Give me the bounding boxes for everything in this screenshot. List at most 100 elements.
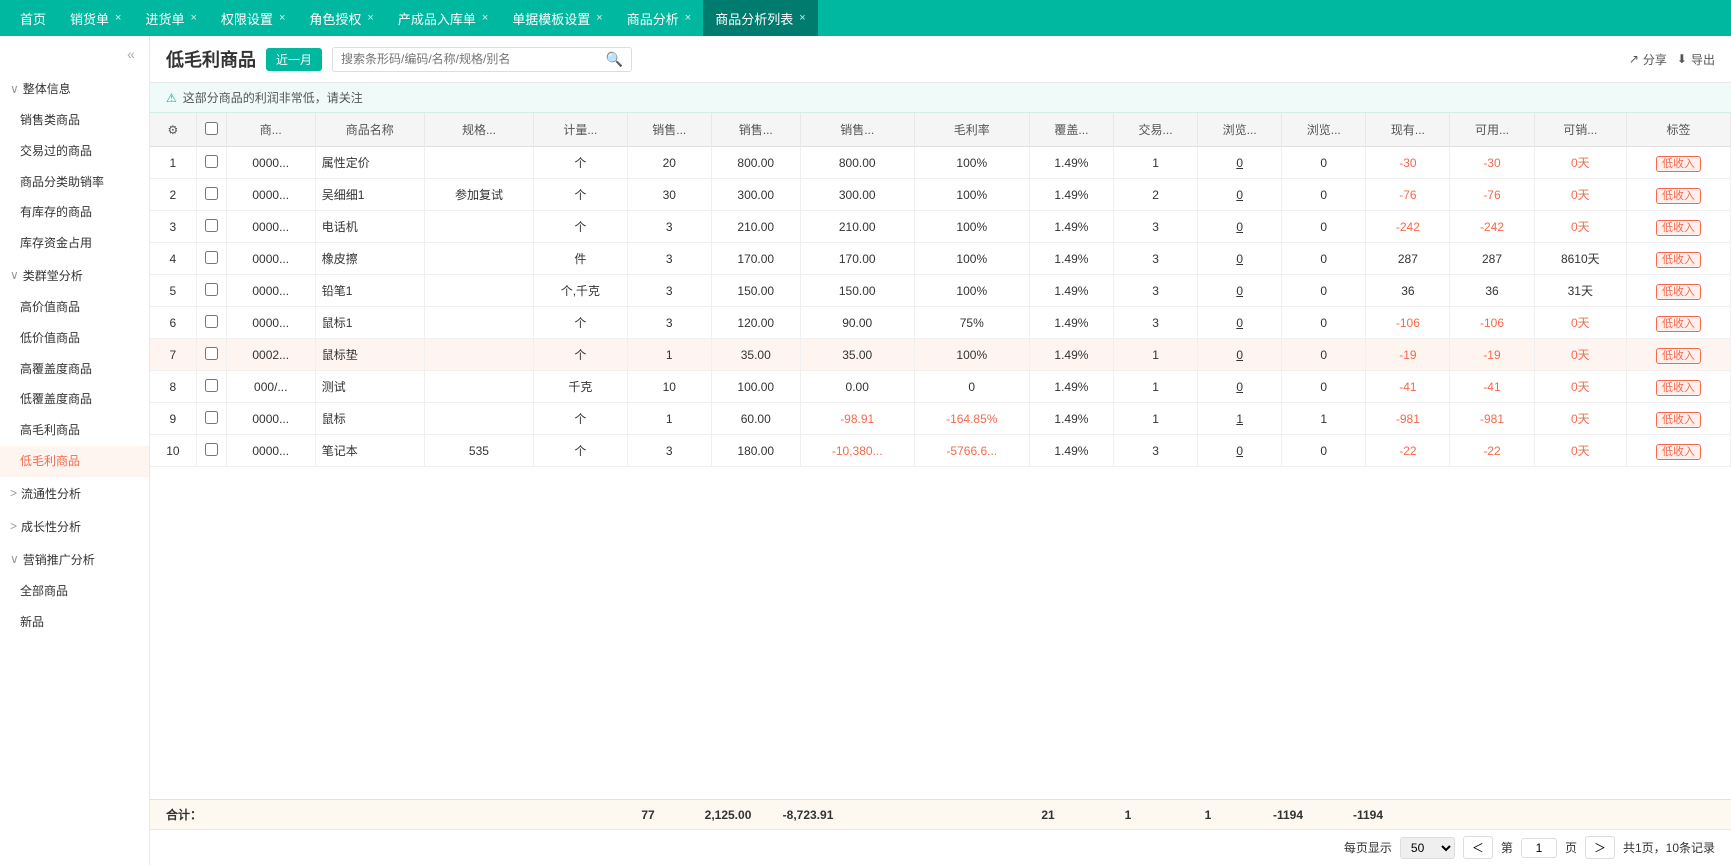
close-icon[interactable]: × [190, 12, 196, 24]
sidebar-item-交易过的商品[interactable]: 交易过的商品 [0, 136, 149, 167]
cell-checkbox[interactable] [196, 403, 226, 435]
cell-view1[interactable]: 0 [1198, 211, 1282, 243]
nav-item-角色授权[interactable]: 角色授权× [297, 0, 385, 36]
nav-item-进货单[interactable]: 进货单× [133, 0, 208, 36]
cell-checkbox[interactable] [196, 339, 226, 371]
col-name[interactable]: 商品名称 [315, 113, 424, 147]
cell-view1[interactable]: 0 [1198, 179, 1282, 211]
close-icon[interactable]: × [367, 12, 373, 24]
row-checkbox[interactable] [205, 411, 218, 424]
view1-link[interactable]: 0 [1236, 316, 1243, 330]
col-saleable[interactable]: 可销... [1534, 113, 1627, 147]
sidebar-section-整体信息[interactable]: ∨整体信息 [0, 72, 149, 105]
view1-link[interactable]: 0 [1236, 348, 1243, 362]
cell-view1[interactable]: 1 [1198, 403, 1282, 435]
cell-view1[interactable]: 0 [1198, 275, 1282, 307]
nav-item-权限设置[interactable]: 权限设置× [209, 0, 297, 36]
col-sale-amount[interactable]: 销售... [800, 113, 914, 147]
close-icon[interactable]: × [799, 12, 805, 24]
close-icon[interactable]: × [685, 12, 691, 24]
nav-item-商品分析[interactable]: 商品分析× [615, 0, 703, 36]
view1-link[interactable]: 0 [1236, 252, 1243, 266]
page-number-input[interactable] [1521, 838, 1557, 858]
col-checkbox-all[interactable] [196, 113, 226, 147]
sidebar-item-高毛利商品[interactable]: 高毛利商品 [0, 415, 149, 446]
col-code[interactable]: 商... [226, 113, 315, 147]
col-available[interactable]: 可用... [1450, 113, 1534, 147]
sidebar-item-新品[interactable]: 新品 [0, 607, 149, 638]
sidebar-item-销售类商品[interactable]: 销售类商品 [0, 105, 149, 136]
page-size-select[interactable]: 50 100 200 [1400, 837, 1455, 859]
sidebar-item-低覆盖度商品[interactable]: 低覆盖度商品 [0, 384, 149, 415]
cell-checkbox[interactable] [196, 435, 226, 467]
sidebar-item-有库存的商品[interactable]: 有库存的商品 [0, 197, 149, 228]
prev-page-button[interactable]: ＜ [1463, 836, 1493, 859]
col-tag[interactable]: 标签 [1627, 113, 1731, 147]
row-checkbox[interactable] [205, 347, 218, 360]
next-page-button[interactable]: ＞ [1585, 836, 1615, 859]
sidebar-section-营销推广分析[interactable]: ∨营销推广分析 [0, 543, 149, 576]
close-icon[interactable]: × [596, 12, 602, 24]
close-icon[interactable]: × [482, 12, 488, 24]
cell-checkbox[interactable] [196, 211, 226, 243]
sidebar-item-高价值商品[interactable]: 高价值商品 [0, 292, 149, 323]
sidebar-item-低价值商品[interactable]: 低价值商品 [0, 323, 149, 354]
sidebar-section-类群堂分析[interactable]: ∨类群堂分析 [0, 259, 149, 292]
sidebar-section-流通性分析[interactable]: >流通性分析 [0, 477, 149, 510]
col-spec[interactable]: 规格... [424, 113, 533, 147]
sidebar-item-商品分类助销率[interactable]: 商品分类助销率 [0, 167, 149, 198]
share-button[interactable]: ↗ 分享 [1629, 51, 1667, 68]
search-input[interactable] [341, 52, 606, 66]
nav-item-销货单[interactable]: 销货单× [58, 0, 133, 36]
nav-item-单据模板设置[interactable]: 单据模板设置× [500, 0, 614, 36]
row-checkbox[interactable] [205, 379, 218, 392]
view1-link[interactable]: 0 [1236, 220, 1243, 234]
row-checkbox[interactable] [205, 315, 218, 328]
sidebar-item-库存资金占用[interactable]: 库存资金占用 [0, 228, 149, 259]
sidebar-collapse-button[interactable]: « [121, 44, 141, 64]
cell-view1[interactable]: 0 [1198, 371, 1282, 403]
nav-item-产成品入库单[interactable]: 产成品入库单× [386, 0, 500, 36]
col-sale-price[interactable]: 销售... [711, 113, 800, 147]
sidebar-item-全部商品[interactable]: 全部商品 [0, 576, 149, 607]
sidebar-section-成长性分析[interactable]: >成长性分析 [0, 510, 149, 543]
cell-view1[interactable]: 0 [1198, 243, 1282, 275]
col-current[interactable]: 现有... [1366, 113, 1450, 147]
select-all-checkbox[interactable] [205, 122, 218, 135]
nav-item-商品分析列表[interactable]: 商品分析列表× [703, 0, 817, 36]
col-gross-margin[interactable]: 毛利率 [914, 113, 1029, 147]
row-checkbox[interactable] [205, 283, 218, 296]
view1-link[interactable]: 0 [1236, 188, 1243, 202]
cell-checkbox[interactable] [196, 147, 226, 179]
row-checkbox[interactable] [205, 251, 218, 264]
view1-link[interactable]: 0 [1236, 284, 1243, 298]
col-settings[interactable]: ⚙ [150, 113, 196, 147]
col-unit[interactable]: 计量... [534, 113, 628, 147]
cell-view1[interactable]: 0 [1198, 147, 1282, 179]
view1-link[interactable]: 0 [1236, 380, 1243, 394]
col-transaction[interactable]: 交易... [1114, 113, 1198, 147]
cell-view1[interactable]: 0 [1198, 339, 1282, 371]
cell-checkbox[interactable] [196, 179, 226, 211]
col-view2[interactable]: 浏览... [1282, 113, 1366, 147]
row-checkbox[interactable] [205, 219, 218, 232]
col-coverage[interactable]: 覆盖... [1029, 113, 1113, 147]
view1-link[interactable]: 1 [1236, 412, 1243, 426]
close-icon[interactable]: × [279, 12, 285, 24]
row-checkbox[interactable] [205, 187, 218, 200]
export-button[interactable]: ⬇ 导出 [1677, 51, 1715, 68]
view1-link[interactable]: 0 [1236, 444, 1243, 458]
sidebar-item-高覆盖度商品[interactable]: 高覆盖度商品 [0, 354, 149, 385]
row-checkbox[interactable] [205, 443, 218, 456]
cell-checkbox[interactable] [196, 307, 226, 339]
time-filter-button[interactable]: 近一月 [266, 48, 322, 71]
cell-checkbox[interactable] [196, 371, 226, 403]
col-sale-qty[interactable]: 销售... [627, 113, 711, 147]
cell-view1[interactable]: 0 [1198, 307, 1282, 339]
row-checkbox[interactable] [205, 155, 218, 168]
sidebar-item-低毛利商品[interactable]: 低毛利商品 [0, 446, 149, 477]
view1-link[interactable]: 0 [1236, 156, 1243, 170]
cell-view1[interactable]: 0 [1198, 435, 1282, 467]
close-icon[interactable]: × [115, 12, 121, 24]
cell-checkbox[interactable] [196, 275, 226, 307]
